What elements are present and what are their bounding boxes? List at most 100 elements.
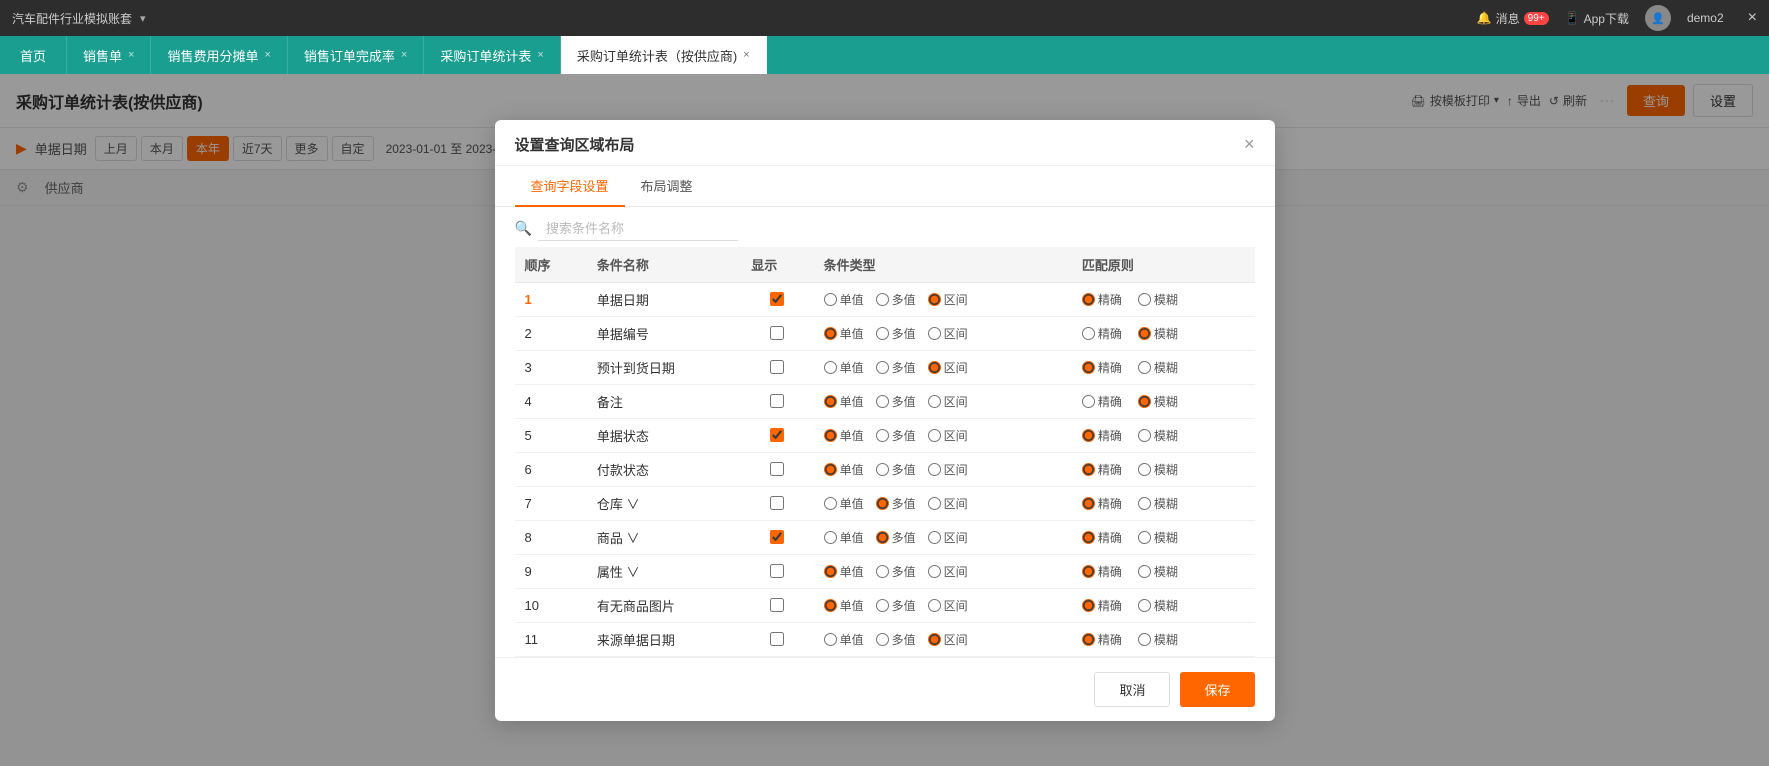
type-option-区间[interactable]: 区间: [928, 325, 968, 342]
type-radio-区间[interactable]: [928, 531, 941, 544]
type-option-区间[interactable]: 区间: [928, 495, 968, 512]
type-radio-多值[interactable]: [876, 429, 889, 442]
match-option-模糊[interactable]: 模糊: [1138, 563, 1178, 580]
match-option-精确[interactable]: 精确: [1082, 631, 1122, 648]
tab-sales-fee-close[interactable]: ×: [264, 49, 270, 61]
type-option-单值[interactable]: 单值: [824, 427, 864, 444]
type-option-区间[interactable]: 区间: [928, 427, 968, 444]
match-radio-精确[interactable]: [1082, 395, 1095, 408]
display-checkbox[interactable]: [770, 326, 784, 340]
type-radio-区间[interactable]: [928, 361, 941, 374]
type-option-区间[interactable]: 区间: [928, 393, 968, 410]
match-option-精确[interactable]: 精确: [1082, 393, 1122, 410]
match-radio-模糊[interactable]: [1138, 395, 1151, 408]
display-checkbox[interactable]: [770, 428, 784, 442]
match-option-精确[interactable]: 精确: [1082, 495, 1122, 512]
modal-close-button[interactable]: ×: [1244, 135, 1255, 153]
match-option-精确[interactable]: 精确: [1082, 529, 1122, 546]
type-option-多值[interactable]: 多值: [876, 529, 916, 546]
type-option-多值[interactable]: 多值: [876, 359, 916, 376]
type-radio-多值[interactable]: [876, 327, 889, 340]
type-option-多值[interactable]: 多值: [876, 495, 916, 512]
display-checkbox[interactable]: [770, 632, 784, 646]
match-option-模糊[interactable]: 模糊: [1138, 291, 1178, 308]
tab-purchase-stats[interactable]: 采购订单统计表 ×: [424, 36, 560, 74]
modal-tab-query-fields[interactable]: 查询字段设置: [515, 166, 625, 207]
tab-purchase-supplier[interactable]: 采购订单统计表（按供应商) ×: [561, 36, 767, 74]
match-radio-模糊[interactable]: [1138, 497, 1151, 510]
type-radio-多值[interactable]: [876, 531, 889, 544]
match-option-精确[interactable]: 精确: [1082, 597, 1122, 614]
notification-button[interactable]: 🔔 消息 99+: [1477, 10, 1549, 27]
tab-home[interactable]: 首页: [0, 36, 67, 74]
match-option-模糊[interactable]: 模糊: [1138, 427, 1178, 444]
match-option-模糊[interactable]: 模糊: [1138, 597, 1178, 614]
type-radio-多值[interactable]: [876, 395, 889, 408]
type-radio-单值[interactable]: [824, 327, 837, 340]
match-radio-精确[interactable]: [1082, 293, 1095, 306]
match-option-模糊[interactable]: 模糊: [1138, 359, 1178, 376]
type-option-区间[interactable]: 区间: [928, 529, 968, 546]
type-option-单值[interactable]: 单值: [824, 495, 864, 512]
type-option-区间[interactable]: 区间: [928, 461, 968, 478]
match-option-模糊[interactable]: 模糊: [1138, 529, 1178, 546]
match-radio-精确[interactable]: [1082, 531, 1095, 544]
type-radio-单值[interactable]: [824, 463, 837, 476]
type-option-区间[interactable]: 区间: [928, 631, 968, 648]
type-option-单值[interactable]: 单值: [824, 529, 864, 546]
match-radio-精确[interactable]: [1082, 463, 1095, 476]
type-radio-区间[interactable]: [928, 633, 941, 646]
type-option-单值[interactable]: 单值: [824, 461, 864, 478]
type-option-区间[interactable]: 区间: [928, 597, 968, 614]
type-option-多值[interactable]: 多值: [876, 427, 916, 444]
type-option-多值[interactable]: 多值: [876, 563, 916, 580]
type-radio-区间[interactable]: [928, 429, 941, 442]
tab-sales-fee[interactable]: 销售费用分摊单 ×: [151, 36, 287, 74]
display-checkbox[interactable]: [770, 496, 784, 510]
match-option-精确[interactable]: 精确: [1082, 325, 1122, 342]
match-option-精确[interactable]: 精确: [1082, 461, 1122, 478]
download-button[interactable]: 📱 App下载: [1565, 10, 1629, 27]
type-option-多值[interactable]: 多值: [876, 631, 916, 648]
type-option-多值[interactable]: 多值: [876, 291, 916, 308]
type-radio-单值[interactable]: [824, 599, 837, 612]
type-option-区间[interactable]: 区间: [928, 291, 968, 308]
display-checkbox[interactable]: [770, 462, 784, 476]
display-checkbox[interactable]: [770, 360, 784, 374]
type-radio-多值[interactable]: [876, 497, 889, 510]
type-option-单值[interactable]: 单值: [824, 393, 864, 410]
type-radio-多值[interactable]: [876, 633, 889, 646]
type-radio-区间[interactable]: [928, 599, 941, 612]
type-radio-单值[interactable]: [824, 429, 837, 442]
match-radio-模糊[interactable]: [1138, 531, 1151, 544]
close-window-button[interactable]: ×: [1748, 9, 1757, 27]
match-option-模糊[interactable]: 模糊: [1138, 393, 1178, 410]
type-radio-多值[interactable]: [876, 565, 889, 578]
type-option-单值[interactable]: 单值: [824, 631, 864, 648]
display-checkbox[interactable]: [770, 530, 784, 544]
match-radio-精确[interactable]: [1082, 497, 1095, 510]
type-option-单值[interactable]: 单值: [824, 359, 864, 376]
type-option-多值[interactable]: 多值: [876, 461, 916, 478]
type-radio-区间[interactable]: [928, 327, 941, 340]
tab-sales-order-close[interactable]: ×: [401, 49, 407, 61]
match-radio-精确[interactable]: [1082, 429, 1095, 442]
type-radio-多值[interactable]: [876, 599, 889, 612]
type-option-单值[interactable]: 单值: [824, 597, 864, 614]
match-radio-模糊[interactable]: [1138, 463, 1151, 476]
type-radio-多值[interactable]: [876, 361, 889, 374]
cancel-button[interactable]: 取消: [1094, 672, 1170, 707]
display-checkbox[interactable]: [770, 394, 784, 408]
modal-tab-layout[interactable]: 布局调整: [625, 166, 709, 207]
match-option-精确[interactable]: 精确: [1082, 427, 1122, 444]
display-checkbox[interactable]: [770, 564, 784, 578]
match-radio-模糊[interactable]: [1138, 633, 1151, 646]
type-radio-单值[interactable]: [824, 293, 837, 306]
type-radio-区间[interactable]: [928, 293, 941, 306]
type-option-区间[interactable]: 区间: [928, 359, 968, 376]
match-radio-模糊[interactable]: [1138, 327, 1151, 340]
type-radio-区间[interactable]: [928, 463, 941, 476]
type-radio-单值[interactable]: [824, 361, 837, 374]
match-option-模糊[interactable]: 模糊: [1138, 325, 1178, 342]
type-radio-单值[interactable]: [824, 497, 837, 510]
